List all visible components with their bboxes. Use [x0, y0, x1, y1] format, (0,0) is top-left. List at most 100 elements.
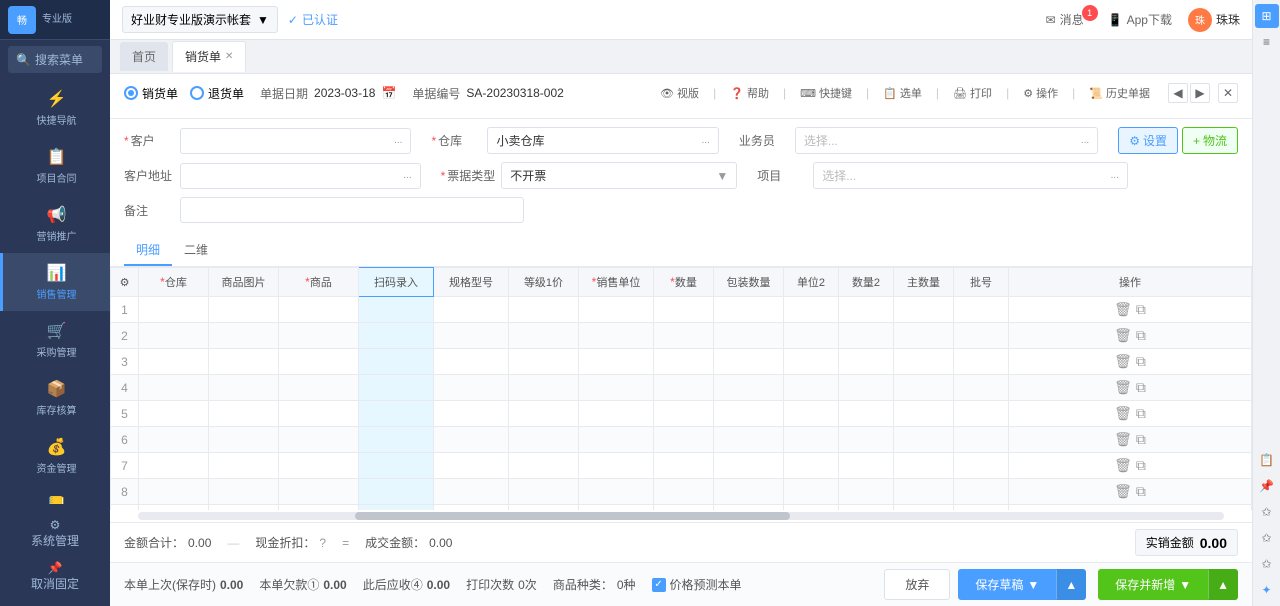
row-price-7[interactable]: [509, 453, 579, 479]
view-mode-btn[interactable]: 👁 视版: [654, 82, 705, 104]
row-unit2-1[interactable]: [784, 297, 839, 323]
row-qty-6[interactable]: [654, 427, 714, 453]
staff-input[interactable]: 选择... ...: [795, 127, 1098, 154]
row-warehouse-6[interactable]: [139, 427, 209, 453]
warehouse-input[interactable]: 小卖仓库 ...: [487, 127, 718, 154]
row-price-3[interactable]: [509, 349, 579, 375]
message-button[interactable]: ✉ 消息 1: [1038, 11, 1092, 28]
customer-input[interactable]: ...: [180, 128, 411, 154]
tab-close-icon[interactable]: ✕: [225, 51, 233, 62]
row-unit2-9[interactable]: [784, 505, 839, 511]
sidebar-item-4[interactable]: 🛒采购管理: [0, 311, 110, 369]
help-btn[interactable]: ❓ 帮助: [724, 82, 775, 104]
row-batch-3[interactable]: [954, 349, 1009, 375]
row-goods-9[interactable]: [279, 505, 359, 511]
row-batch-9[interactable]: [954, 505, 1009, 511]
row-price-4[interactable]: [509, 375, 579, 401]
discount-help-icon[interactable]: ?: [319, 536, 326, 550]
row-delete-btn-9[interactable]: 🗑: [1114, 509, 1132, 510]
row-unit-3[interactable]: [579, 349, 654, 375]
next-arrow[interactable]: ▶: [1190, 83, 1210, 103]
row-qty2-7[interactable]: [839, 453, 894, 479]
row-copy-btn-6[interactable]: ⧉: [1136, 431, 1146, 448]
tab-sales-order[interactable]: 销货单 ✕: [172, 41, 246, 72]
save-new-button[interactable]: 保存并新增 ▼: [1098, 569, 1208, 600]
abandon-button[interactable]: 放弃: [884, 569, 950, 600]
row-warehouse-7[interactable]: [139, 453, 209, 479]
row-warehouse-9[interactable]: [139, 505, 209, 511]
row-pkg-3[interactable]: [714, 349, 784, 375]
row-image-7[interactable]: [209, 453, 279, 479]
row-unit-2[interactable]: [579, 323, 654, 349]
sidebar-item-6[interactable]: 💰资金管理: [0, 427, 110, 485]
row-image-4[interactable]: [209, 375, 279, 401]
row-goods-8[interactable]: [279, 479, 359, 505]
row-image-3[interactable]: [209, 349, 279, 375]
radio-return[interactable]: 退货单: [190, 85, 244, 102]
row-pkg-5[interactable]: [714, 401, 784, 427]
row-scan-4[interactable]: [359, 375, 434, 401]
row-qty2-5[interactable]: [839, 401, 894, 427]
row-qty-3[interactable]: [654, 349, 714, 375]
row-copy-btn-5[interactable]: ⧉: [1136, 405, 1146, 422]
settings-btn[interactable]: ⚙ 设置: [1118, 127, 1178, 154]
row-unit-4[interactable]: [579, 375, 654, 401]
row-copy-btn-4[interactable]: ⧉: [1136, 379, 1146, 396]
sidebar-item-2[interactable]: 📢营销推广: [0, 195, 110, 253]
row-unit-7[interactable]: [579, 453, 654, 479]
row-image-2[interactable]: [209, 323, 279, 349]
app-download-button[interactable]: 📱 App下载: [1108, 11, 1172, 28]
row-delete-btn-3[interactable]: 🗑: [1114, 353, 1132, 370]
row-unit-6[interactable]: [579, 427, 654, 453]
row-delete-btn-2[interactable]: 🗑: [1114, 327, 1132, 344]
row-qty-8[interactable]: [654, 479, 714, 505]
price-check-box[interactable]: ✓: [652, 578, 666, 592]
sidebar-item-3[interactable]: 📊销售管理: [0, 253, 110, 311]
row-qty-5[interactable]: [654, 401, 714, 427]
row-goods-5[interactable]: [279, 401, 359, 427]
row-delete-btn-5[interactable]: 🗑: [1114, 405, 1132, 422]
row-batch-5[interactable]: [954, 401, 1009, 427]
prev-arrow[interactable]: ◀: [1168, 83, 1188, 103]
date-value[interactable]: 2023-03-18: [314, 86, 375, 100]
row-unit2-3[interactable]: [784, 349, 839, 375]
company-selector[interactable]: 好业财专业版演示帐套 ▼: [122, 6, 278, 33]
tab-2d[interactable]: 二维: [172, 235, 220, 266]
row-spec-4[interactable]: [434, 375, 509, 401]
row-scan-1[interactable]: [359, 297, 434, 323]
logistics-btn[interactable]: + 物流: [1182, 127, 1238, 154]
row-unit2-2[interactable]: [784, 323, 839, 349]
row-image-8[interactable]: [209, 479, 279, 505]
right-panel-star3-icon[interactable]: ✩: [1255, 552, 1279, 576]
row-unit2-8[interactable]: [784, 479, 839, 505]
sidebar-item-system[interactable]: ⚙ 系统管理: [8, 512, 102, 555]
row-image-6[interactable]: [209, 427, 279, 453]
row-scan-6[interactable]: [359, 427, 434, 453]
row-delete-btn-1[interactable]: 🗑: [1114, 301, 1132, 318]
row-pkg-1[interactable]: [714, 297, 784, 323]
row-goods-4[interactable]: [279, 375, 359, 401]
row-copy-btn-9[interactable]: ⧉: [1136, 509, 1146, 510]
row-pkg-7[interactable]: [714, 453, 784, 479]
form-close-btn[interactable]: ✕: [1218, 83, 1238, 103]
row-image-5[interactable]: [209, 401, 279, 427]
col-settings[interactable]: ⚙: [111, 268, 139, 297]
tab-home[interactable]: 首页: [120, 42, 168, 71]
row-unit-8[interactable]: [579, 479, 654, 505]
row-qty2-2[interactable]: [839, 323, 894, 349]
sidebar-item-5[interactable]: 📦库存核算: [0, 369, 110, 427]
row-copy-btn-3[interactable]: ⧉: [1136, 353, 1146, 370]
row-qty-2[interactable]: [654, 323, 714, 349]
row-batch-7[interactable]: [954, 453, 1009, 479]
row-warehouse-5[interactable]: [139, 401, 209, 427]
save-new-arrow-button[interactable]: ▲: [1208, 569, 1238, 600]
row-delete-btn-6[interactable]: 🗑: [1114, 431, 1132, 448]
invoice-select[interactable]: 不开票 ▼: [501, 162, 737, 189]
row-scan-2[interactable]: [359, 323, 434, 349]
row-price-1[interactable]: [509, 297, 579, 323]
row-delete-btn-4[interactable]: 🗑: [1114, 379, 1132, 396]
row-pkg-6[interactable]: [714, 427, 784, 453]
print-btn[interactable]: 🖨 打印: [947, 82, 998, 104]
row-spec-6[interactable]: [434, 427, 509, 453]
sidebar-item-1[interactable]: 📋项目合同: [0, 137, 110, 195]
